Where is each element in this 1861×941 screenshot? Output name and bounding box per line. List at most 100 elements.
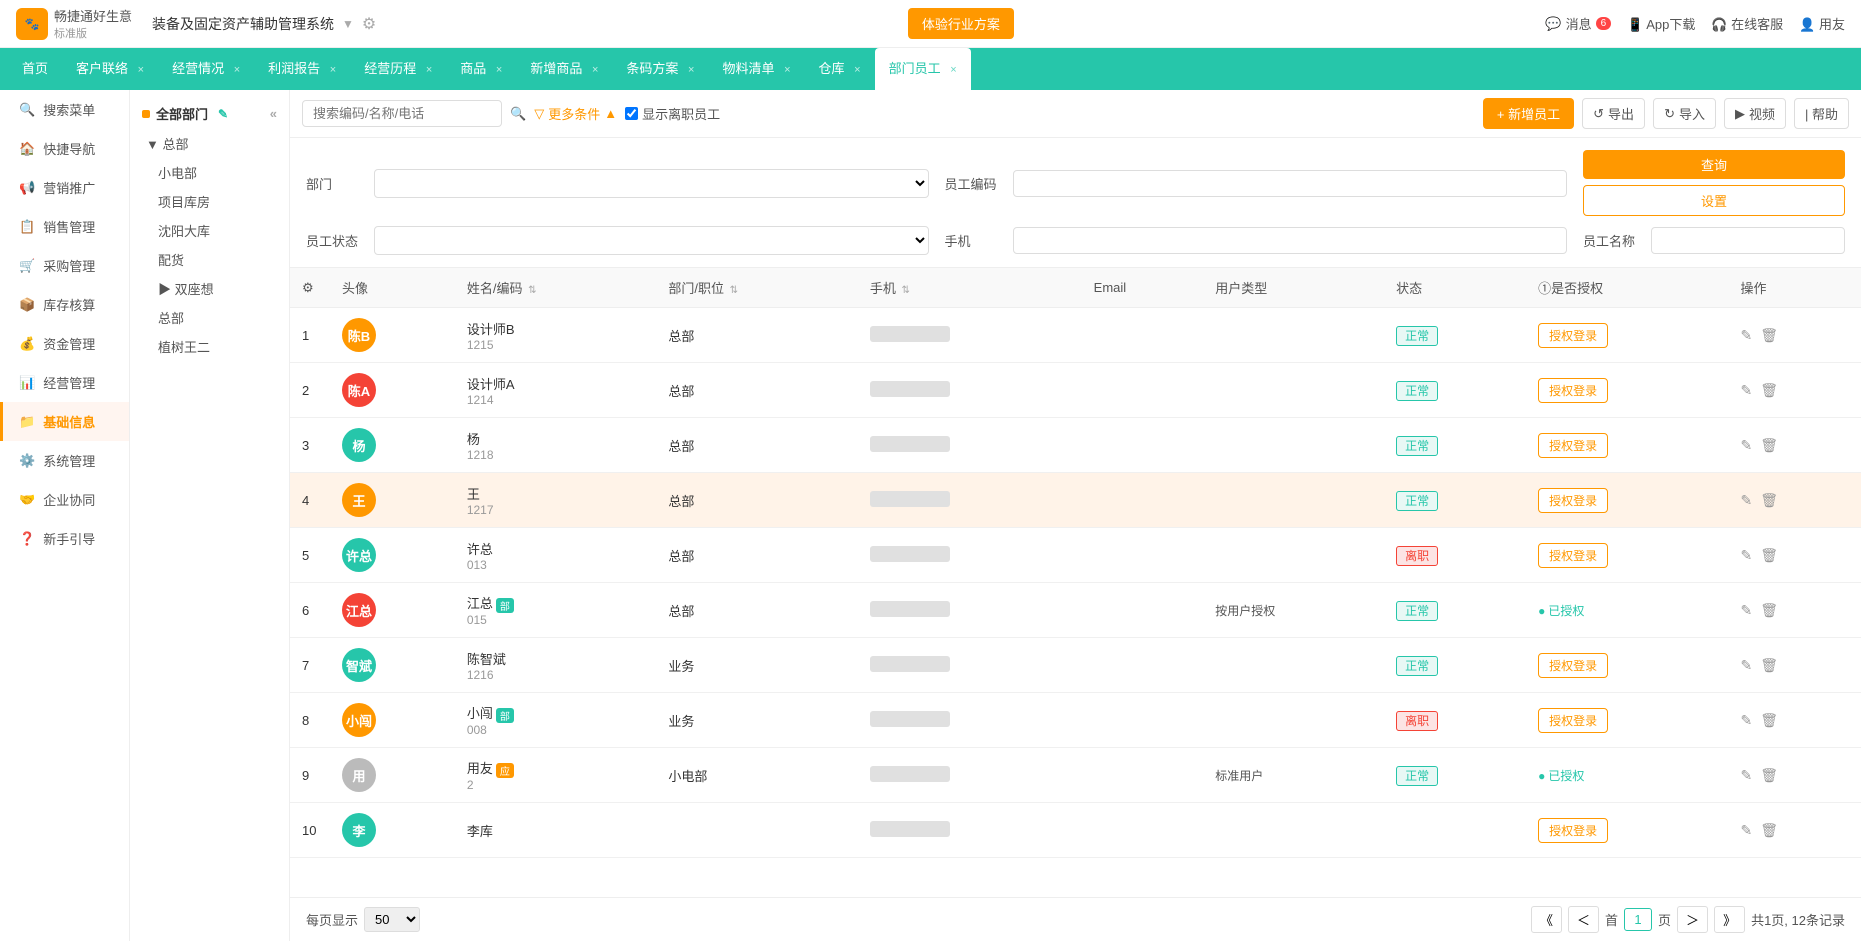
- dept-item-hq[interactable]: 总部: [138, 303, 281, 332]
- tab-history-close[interactable]: ×: [426, 64, 432, 76]
- col-settings[interactable]: ⚙: [290, 268, 330, 308]
- dept-item-double[interactable]: ▶ 双座想: [138, 274, 281, 303]
- tab-operations-close[interactable]: ×: [234, 64, 240, 76]
- last-page-btn[interactable]: 》: [1714, 906, 1745, 933]
- tab-operations[interactable]: 经营情况 ×: [158, 48, 254, 90]
- tab-product-close[interactable]: ×: [496, 64, 502, 76]
- experience-btn[interactable]: 体验行业方案: [908, 8, 1014, 39]
- tab-profit-close[interactable]: ×: [330, 64, 336, 76]
- edit-icon[interactable]: ✎: [1741, 437, 1753, 454]
- delete-icon[interactable]: 🗑: [1760, 492, 1778, 509]
- sidebar-item-purchase[interactable]: 🛒 采购管理: [0, 246, 129, 285]
- edit-icon[interactable]: ✎: [1741, 382, 1753, 399]
- dept-item-plant[interactable]: 植树王二: [138, 332, 281, 361]
- col-dept[interactable]: 部门/职位 ⇅: [656, 268, 858, 308]
- tab-home[interactable]: 首页: [8, 48, 62, 90]
- filter-emp-status-select[interactable]: [374, 226, 929, 255]
- add-employee-btn[interactable]: + 新增员工: [1483, 98, 1574, 129]
- tab-history[interactable]: 经营历程 ×: [350, 48, 446, 90]
- app-download-btn[interactable]: 📱 App下载: [1627, 14, 1695, 33]
- dept-item-headquarters[interactable]: ▼ 总部: [138, 129, 281, 158]
- sidebar-item-finance[interactable]: 💰 资金管理: [0, 324, 129, 363]
- search-icon-btn[interactable]: 🔍: [510, 106, 526, 122]
- edit-icon[interactable]: ✎: [1741, 657, 1753, 674]
- tab-new-product[interactable]: 新增商品 ×: [516, 48, 612, 90]
- delete-icon[interactable]: 🗑: [1760, 602, 1778, 619]
- edit-icon[interactable]: ✎: [1741, 492, 1753, 509]
- show-resigned-checkbox[interactable]: [625, 107, 638, 120]
- query-btn[interactable]: 查询: [1583, 150, 1845, 179]
- settings-col-icon[interactable]: ⚙: [302, 280, 314, 295]
- search-input[interactable]: [302, 100, 502, 127]
- auth-btn[interactable]: 授权登录: [1538, 323, 1608, 348]
- tab-barcode[interactable]: 条码方案 ×: [612, 48, 708, 90]
- sidebar-item-management[interactable]: 📊 经营管理: [0, 363, 129, 402]
- tab-customer-close[interactable]: ×: [138, 64, 144, 76]
- tab-employees[interactable]: 部门员工 ×: [875, 48, 971, 90]
- tab-warehouse-close[interactable]: ×: [854, 64, 860, 76]
- page-size-select[interactable]: 50 100: [364, 907, 420, 932]
- auth-btn[interactable]: 授权登录: [1538, 433, 1608, 458]
- first-page-btn[interactable]: 《: [1531, 906, 1562, 933]
- delete-icon[interactable]: 🗑: [1760, 382, 1778, 399]
- col-name[interactable]: 姓名/编码 ⇅: [455, 268, 657, 308]
- settings-icon[interactable]: ⚙: [362, 14, 376, 34]
- auth-btn[interactable]: 授权登录: [1538, 818, 1608, 843]
- next-page-btn[interactable]: ＞: [1677, 906, 1708, 933]
- delete-icon[interactable]: 🗑: [1760, 327, 1778, 344]
- dept-tree-collapse-icon[interactable]: «: [270, 106, 277, 121]
- tab-profit[interactable]: 利润报告 ×: [254, 48, 350, 90]
- import-btn[interactable]: ↻ 导入: [1653, 98, 1716, 129]
- edit-icon[interactable]: ✎: [1741, 602, 1753, 619]
- more-btn[interactable]: | 帮助: [1794, 98, 1849, 129]
- tab-warehouse[interactable]: 仓库 ×: [805, 48, 875, 90]
- auth-btn[interactable]: 授权登录: [1538, 378, 1608, 403]
- tab-new-product-close[interactable]: ×: [592, 64, 598, 76]
- sidebar-item-system[interactable]: ⚙️ 系统管理: [0, 441, 129, 480]
- message-btn[interactable]: 💬 消息 6: [1545, 14, 1611, 33]
- auth-btn[interactable]: 授权登录: [1538, 543, 1608, 568]
- edit-icon[interactable]: ✎: [1741, 547, 1753, 564]
- view-btn[interactable]: ▶ 视频: [1724, 98, 1786, 129]
- tab-bom[interactable]: 物料清单 ×: [708, 48, 804, 90]
- dept-item-project-storage[interactable]: 项目库房: [138, 187, 281, 216]
- delete-icon[interactable]: 🗑: [1760, 767, 1778, 784]
- dept-tree-edit-icon[interactable]: ✎: [218, 107, 228, 121]
- user-btn[interactable]: 👤 用友: [1799, 14, 1845, 33]
- tab-barcode-close[interactable]: ×: [688, 64, 694, 76]
- edit-icon[interactable]: ✎: [1741, 767, 1753, 784]
- filter-emp-code-input[interactable]: [1013, 170, 1568, 197]
- sidebar-item-nav[interactable]: 🏠 快捷导航: [0, 129, 129, 168]
- delete-icon[interactable]: 🗑: [1760, 712, 1778, 729]
- tab-employees-close[interactable]: ×: [950, 64, 956, 76]
- sidebar-item-basic[interactable]: 📁 基础信息: [0, 402, 129, 441]
- edit-icon[interactable]: ✎: [1741, 712, 1753, 729]
- delete-icon[interactable]: 🗑: [1760, 547, 1778, 564]
- more-filter-btn[interactable]: ▽ 更多条件 ▲: [534, 104, 617, 123]
- sidebar-item-marketing[interactable]: 📢 营销推广: [0, 168, 129, 207]
- dept-item-shenyang[interactable]: 沈阳大库: [138, 216, 281, 245]
- sidebar-item-inventory[interactable]: 📦 库存核算: [0, 285, 129, 324]
- delete-icon[interactable]: 🗑: [1760, 437, 1778, 454]
- show-resigned-label[interactable]: 显示离职员工: [625, 104, 720, 123]
- dept-item-small-elec[interactable]: 小电部: [138, 158, 281, 187]
- dept-item-distribution[interactable]: 配货: [138, 245, 281, 274]
- set-btn[interactable]: 设置: [1583, 185, 1845, 216]
- sidebar-item-search[interactable]: 🔍 搜索菜单: [0, 90, 129, 129]
- auth-btn[interactable]: 授权登录: [1538, 488, 1608, 513]
- auth-btn[interactable]: 授权登录: [1538, 653, 1608, 678]
- sidebar-item-guide[interactable]: ❓ 新手引导: [0, 519, 129, 558]
- edit-icon[interactable]: ✎: [1741, 822, 1753, 839]
- edit-icon[interactable]: ✎: [1741, 327, 1753, 344]
- sidebar-item-sales[interactable]: 📋 销售管理: [0, 207, 129, 246]
- export-btn[interactable]: ↺ 导出: [1582, 98, 1645, 129]
- tab-bom-close[interactable]: ×: [784, 64, 790, 76]
- filter-phone-input[interactable]: [1013, 227, 1568, 254]
- current-page[interactable]: 1: [1624, 908, 1652, 931]
- auth-btn[interactable]: 授权登录: [1538, 708, 1608, 733]
- delete-icon[interactable]: 🗑: [1760, 657, 1778, 674]
- delete-icon[interactable]: 🗑: [1760, 822, 1778, 839]
- col-phone[interactable]: 手机 ⇅: [858, 268, 1082, 308]
- online-service-btn[interactable]: 🎧 在线客服: [1711, 14, 1783, 33]
- filter-dept-select[interactable]: [374, 169, 929, 198]
